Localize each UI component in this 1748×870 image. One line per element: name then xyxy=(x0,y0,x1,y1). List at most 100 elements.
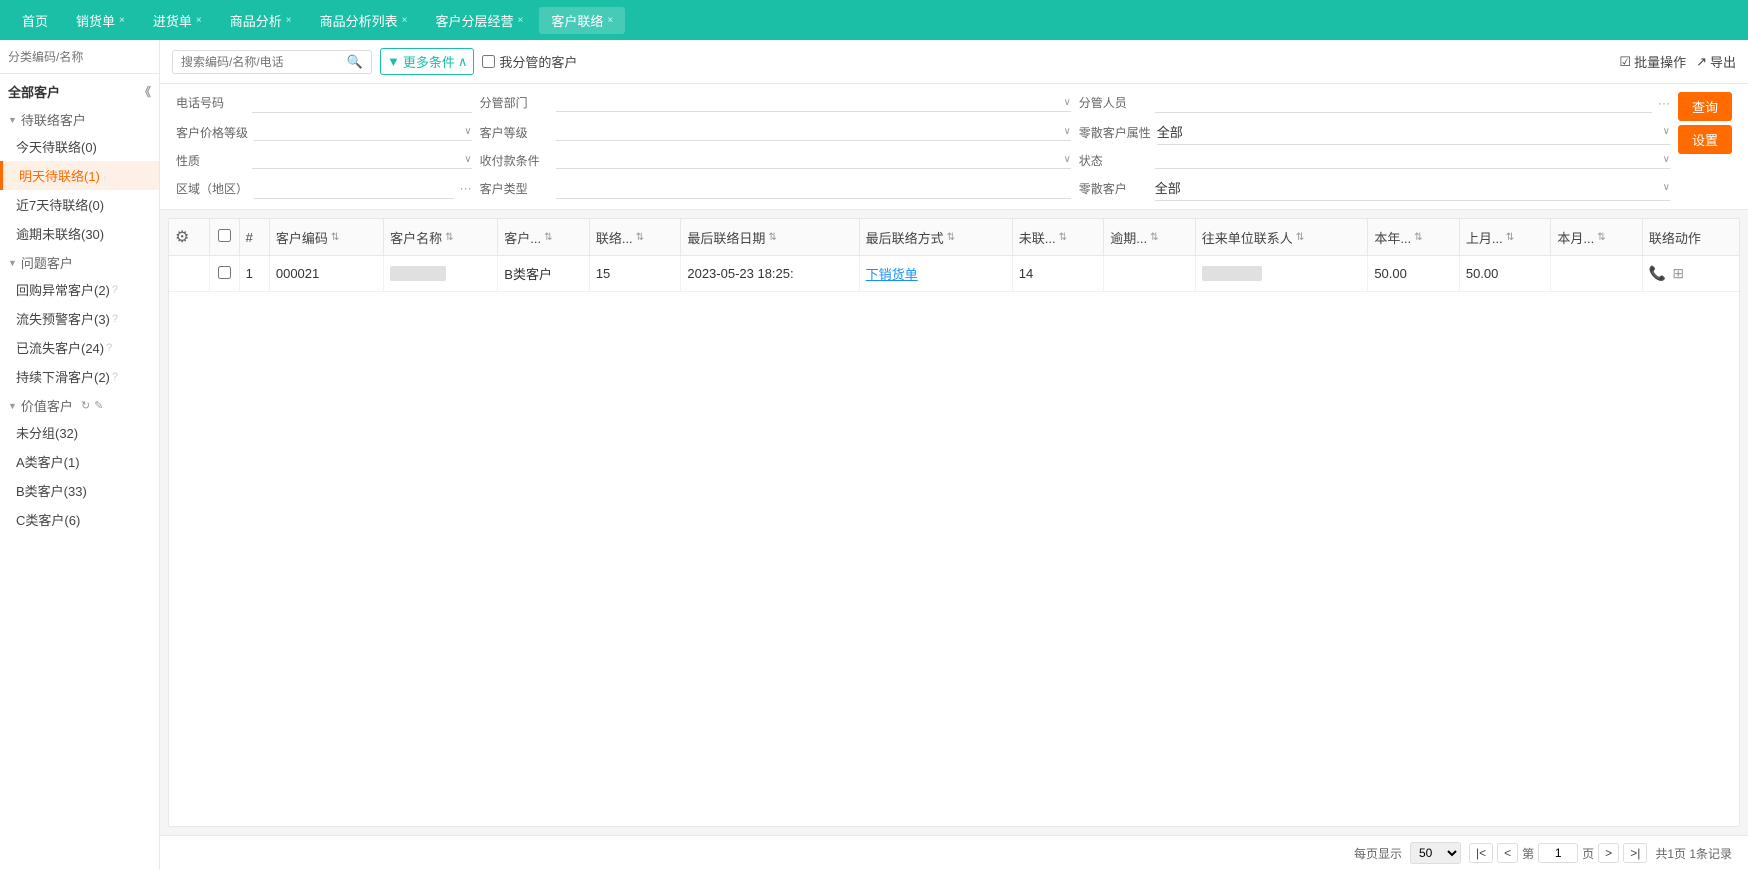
collapse-icon[interactable]: 《 xyxy=(139,83,151,100)
row-action: 📞 ⊞ xyxy=(1642,256,1739,292)
sidebar-item-class-c[interactable]: C类客户(6) xyxy=(0,505,159,534)
sidebar-item-ungrouped[interactable]: 未分组(32) xyxy=(0,418,159,447)
type-sort-icon: ⇅ xyxy=(544,232,552,243)
search-input[interactable] xyxy=(181,55,343,69)
nav-purchase-order[interactable]: 进货单 × xyxy=(141,7,214,34)
filter-retail-attr-select[interactable]: 全部 ∨ xyxy=(1157,119,1670,145)
last-page-button[interactable]: >| xyxy=(1623,843,1647,863)
row-checkbox-0[interactable] xyxy=(218,266,231,279)
filter-phone-input[interactable] xyxy=(252,92,472,113)
nav-product-analysis[interactable]: 商品分析 × xyxy=(218,7,304,34)
nav-sales-order[interactable]: 销货单 × xyxy=(64,7,137,34)
person-more-icon[interactable]: ··· xyxy=(1658,96,1670,110)
close-customer-contact-icon[interactable]: × xyxy=(607,15,613,26)
sidebar-item-repurchase-abnormal[interactable]: 回购异常客户(2) ? xyxy=(0,275,159,304)
filter-customer-level: 客户等级 ∨ xyxy=(480,123,1071,141)
next-page-button[interactable]: > xyxy=(1598,843,1619,863)
region-more-icon[interactable]: ··· xyxy=(460,181,472,195)
sidebar-search-container: 🔍 xyxy=(0,40,159,74)
filter-person: 分管人员 ··· xyxy=(1079,92,1670,113)
close-product-analysis-list-icon[interactable]: × xyxy=(402,15,408,26)
checkbox-icon: ☑ xyxy=(1619,54,1631,70)
my-customers-checkbox[interactable] xyxy=(482,55,495,68)
row-type: B类客户 xyxy=(498,256,590,292)
close-product-analysis-icon[interactable]: × xyxy=(286,15,292,26)
filter-region-input[interactable] xyxy=(254,178,454,199)
filter-person-input[interactable] xyxy=(1155,92,1652,113)
main-layout: 🔍 全部客户 《 待联络客户 今天待联络(0) 明天待联络(1) 近7天待联络(… xyxy=(0,40,1748,870)
col-last-contact-type: 最后联络方式 ⇅ xyxy=(859,219,1012,256)
row-name: Ea xyxy=(384,256,498,292)
filter-nature-select[interactable]: ∨ xyxy=(252,151,472,169)
contact-type-sort-icon: ⇅ xyxy=(947,232,955,243)
filter-row-4: 区域（地区） ··· 客户类型 零散客户 全部 ∨ xyxy=(176,175,1670,201)
settings-icon[interactable]: ⚙ xyxy=(175,229,189,246)
sidebar-search-input[interactable] xyxy=(8,50,160,64)
sidebar-item-tomorrow-pending[interactable]: 明天待联络(1) xyxy=(0,161,159,190)
col-no-contact: 未联... ⇅ xyxy=(1012,219,1104,256)
filter-retail-customer-select[interactable]: 全部 ∨ xyxy=(1155,175,1670,201)
filter-retail-customer: 零散客户 全部 ∨ xyxy=(1079,175,1670,201)
help-icon-3[interactable]: ? xyxy=(112,371,118,383)
col-action: 联络动作 xyxy=(1642,219,1739,256)
batch-operation-button[interactable]: ☑ 批量操作 xyxy=(1619,52,1686,71)
filter-customer-type-input[interactable] xyxy=(556,178,1071,199)
help-icon-1[interactable]: ? xyxy=(112,313,118,325)
filter-payment-select[interactable]: ∨ xyxy=(556,151,1071,169)
pagination: |< < 第 页 > >| xyxy=(1469,843,1647,863)
close-purchase-order-icon[interactable]: × xyxy=(196,15,202,26)
col-this-year: 本年... ⇅ xyxy=(1368,219,1460,256)
dept-chevron-icon: ∨ xyxy=(1063,97,1070,108)
filter-row-2: 客户价格等级 ∨ 客户等级 ∨ xyxy=(176,119,1670,145)
sidebar-item-overdue-pending[interactable]: 逾期未联络(30) xyxy=(0,219,159,248)
page-size-select[interactable]: 50 100 200 xyxy=(1410,842,1461,864)
sidebar-item-churned[interactable]: 已流失客户(24) ? xyxy=(0,333,159,362)
col-this-month: 本月... ⇅ xyxy=(1551,219,1643,256)
customer-level-chevron-icon: ∨ xyxy=(1063,126,1070,137)
nav-product-analysis-list[interactable]: 商品分析列表 × xyxy=(308,7,420,34)
filter-retail-attr: 零散客户属性 全部 ∨ xyxy=(1079,119,1670,145)
nav-customer-contact[interactable]: 客户联络 × xyxy=(539,7,625,34)
first-page-button[interactable]: |< xyxy=(1469,843,1493,863)
edit-value-icon[interactable]: ✎ xyxy=(94,399,103,412)
sidebar-item-declining[interactable]: 持续下滑客户(2) ? xyxy=(0,362,159,391)
more-conditions-button[interactable]: ▼ 更多条件 ∧ xyxy=(380,48,474,75)
problem-customers-group: 问题客户 xyxy=(0,248,159,275)
filter-customer-level-select[interactable]: ∨ xyxy=(556,123,1071,141)
row-action-grid-icon[interactable]: ⊞ xyxy=(1672,265,1684,282)
search-button-icon[interactable]: 🔍 xyxy=(347,54,363,70)
filter-phone: 电话号码 xyxy=(176,92,472,113)
query-button[interactable]: 查询 xyxy=(1678,92,1732,121)
footer: 每页显示 50 100 200 |< < 第 页 > >| 共1页 1条记录 xyxy=(160,835,1748,870)
close-customer-tier-icon[interactable]: × xyxy=(517,15,523,26)
filter-dept-select[interactable]: ∨ xyxy=(556,94,1071,112)
contact-sort-icon: ⇅ xyxy=(636,232,644,243)
filter-dept: 分管部门 ∨ xyxy=(480,94,1071,112)
export-button[interactable]: ↗ 导出 xyxy=(1696,52,1736,71)
row-this-month xyxy=(1551,256,1643,292)
sidebar-item-class-b[interactable]: B类客户(33) xyxy=(0,476,159,505)
refresh-value-icon[interactable]: ↻ xyxy=(81,399,90,412)
page-number-input[interactable] xyxy=(1538,843,1578,863)
sidebar-item-7days-pending[interactable]: 近7天待联络(0) xyxy=(0,190,159,219)
setting-button[interactable]: 设置 xyxy=(1678,125,1732,154)
close-sales-order-icon[interactable]: × xyxy=(119,15,125,26)
row-action-phone-icon[interactable]: 📞 xyxy=(1649,265,1666,282)
sidebar-item-churn-warning[interactable]: 流失预警客户(3) ? xyxy=(0,304,159,333)
filter-status-select[interactable]: ∨ xyxy=(1155,151,1670,169)
sidebar-item-today-pending[interactable]: 今天待联络(0) xyxy=(0,132,159,161)
sidebar-item-class-a[interactable]: A类客户(1) xyxy=(0,447,159,476)
row-last-contact-type: 下销货单 xyxy=(859,256,1012,292)
nav-customer-tier[interactable]: 客户分层经营 × xyxy=(423,7,535,34)
help-icon-2[interactable]: ? xyxy=(106,342,112,354)
prev-page-button[interactable]: < xyxy=(1497,843,1518,863)
nav-home[interactable]: 首页 xyxy=(10,7,60,34)
select-all-checkbox[interactable] xyxy=(218,229,231,242)
export-icon: ↗ xyxy=(1696,54,1707,70)
filter-row-1: 电话号码 分管部门 ∨ 分管人员 xyxy=(176,92,1670,113)
help-icon-0[interactable]: ? xyxy=(112,284,118,296)
code-sort-icon: ⇅ xyxy=(331,232,339,243)
filter-price-level-select[interactable]: ∨ xyxy=(254,123,472,141)
retail-customer-chevron-icon: ∨ xyxy=(1663,182,1670,193)
row-last-contact-date: 2023-05-23 18:25: xyxy=(681,256,859,292)
